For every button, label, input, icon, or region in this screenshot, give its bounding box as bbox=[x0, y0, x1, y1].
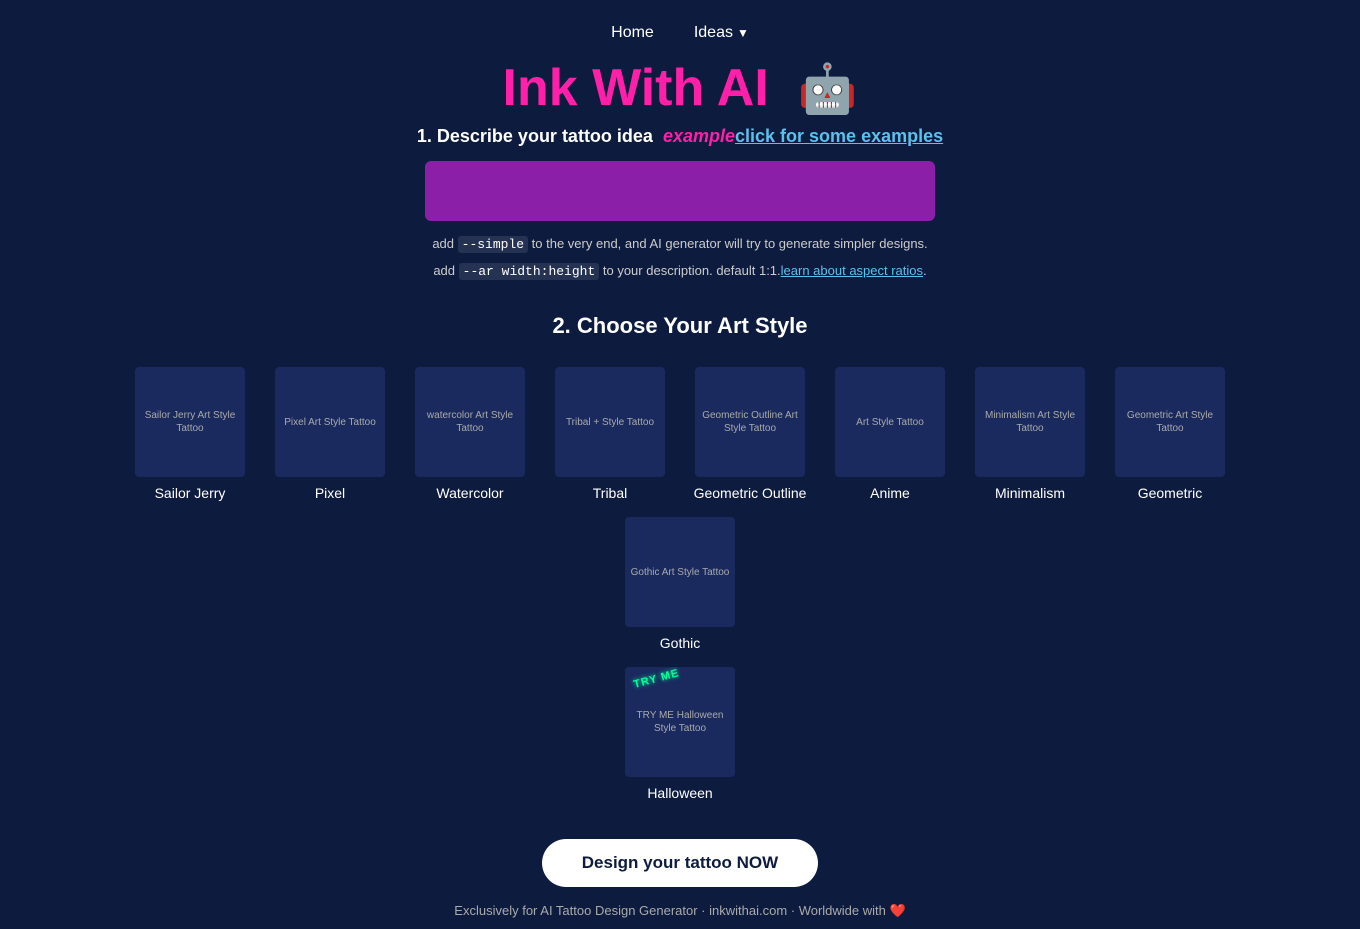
style-img-tribal: Tribal + Style Tattoo bbox=[555, 367, 665, 477]
nav-home[interactable]: Home bbox=[611, 24, 654, 42]
style-label-halloween: Halloween bbox=[647, 785, 712, 801]
tattoo-description-input[interactable] bbox=[425, 161, 935, 221]
style-img-gothic: Gothic Art Style Tattoo bbox=[625, 517, 735, 627]
cta-row: Design your tattoo NOW bbox=[0, 839, 1360, 887]
styles-grid: Sailor Jerry Art Style Tattoo Sailor Jer… bbox=[80, 359, 1280, 659]
style-img-sailor-jerry: Sailor Jerry Art Style Tattoo bbox=[135, 367, 245, 477]
style-item-sailor-jerry[interactable]: Sailor Jerry Art Style Tattoo Sailor Jer… bbox=[120, 359, 260, 509]
style-label-tribal: Tribal bbox=[593, 485, 628, 501]
style-label-minimalism: Minimalism bbox=[995, 485, 1065, 501]
tattoo-input-wrapper bbox=[0, 161, 1360, 221]
style-label-gothic: Gothic bbox=[660, 635, 700, 651]
style-label-geometric: Geometric bbox=[1138, 485, 1203, 501]
style-img-geometric-outline: Geometric Outline Art Style Tattoo bbox=[695, 367, 805, 477]
style-item-gothic[interactable]: Gothic Art Style Tattoo Gothic bbox=[610, 509, 750, 659]
footer-text: Exclusively for AI Tattoo Design Generat… bbox=[0, 903, 1360, 929]
example-text: example bbox=[663, 126, 735, 146]
nav-ideas[interactable]: Ideas ▼ bbox=[694, 24, 749, 42]
style-label-anime: Anime bbox=[870, 485, 910, 501]
halloween-row: TRY ME TRY ME Halloween Style Tattoo Hal… bbox=[0, 659, 1360, 809]
style-item-minimalism[interactable]: Minimalism Art Style Tattoo Minimalism bbox=[960, 359, 1100, 509]
aspect-ratio-link[interactable]: learn about aspect ratios bbox=[781, 263, 923, 278]
step2-label: 2. Choose Your Art Style bbox=[0, 313, 1360, 339]
style-item-tribal[interactable]: Tribal + Style Tattoo Tribal bbox=[540, 359, 680, 509]
style-img-halloween: TRY ME TRY ME Halloween Style Tattoo bbox=[625, 667, 735, 777]
hint-simple: add --simple to the very end, and AI gen… bbox=[0, 233, 1360, 256]
hint-ar: add --ar width:height to your descriptio… bbox=[0, 260, 1360, 283]
hero-title: Ink With AI 🤖 bbox=[503, 59, 858, 117]
main-nav: Home Ideas ▼ bbox=[0, 0, 1360, 58]
style-img-geometric: Geometric Art Style Tattoo bbox=[1115, 367, 1225, 477]
style-item-geometric[interactable]: Geometric Art Style Tattoo Geometric bbox=[1100, 359, 1240, 509]
style-item-geometric-outline[interactable]: Geometric Outline Art Style Tattoo Geome… bbox=[680, 359, 820, 509]
style-img-minimalism: Minimalism Art Style Tattoo bbox=[975, 367, 1085, 477]
design-now-button[interactable]: Design your tattoo NOW bbox=[542, 839, 818, 887]
style-img-anime: Art Style Tattoo bbox=[835, 367, 945, 477]
style-img-watercolor: watercolor Art Style Tattoo bbox=[415, 367, 525, 477]
ar-flag: --ar width:height bbox=[459, 263, 600, 280]
robot-icon: 🤖 bbox=[798, 63, 858, 116]
simple-flag: --simple bbox=[458, 236, 528, 253]
step1-label: 1. Describe your tattoo idea exampleclic… bbox=[0, 126, 1360, 147]
style-label-sailor-jerry: Sailor Jerry bbox=[155, 485, 226, 501]
style-item-halloween[interactable]: TRY ME TRY ME Halloween Style Tattoo Hal… bbox=[610, 659, 750, 809]
style-label-geometric-outline: Geometric Outline bbox=[694, 485, 807, 501]
style-item-watercolor[interactable]: watercolor Art Style Tattoo Watercolor bbox=[400, 359, 540, 509]
style-img-pixel: Pixel Art Style Tattoo bbox=[275, 367, 385, 477]
try-me-badge: TRY ME bbox=[632, 667, 680, 691]
style-item-pixel[interactable]: Pixel Art Style Tattoo Pixel bbox=[260, 359, 400, 509]
style-label-pixel: Pixel bbox=[315, 485, 345, 501]
style-label-watercolor: Watercolor bbox=[436, 485, 503, 501]
examples-link[interactable]: click for some examples bbox=[735, 126, 943, 146]
style-item-anime[interactable]: Art Style Tattoo Anime bbox=[820, 359, 960, 509]
ideas-chevron: ▼ bbox=[737, 26, 749, 40]
